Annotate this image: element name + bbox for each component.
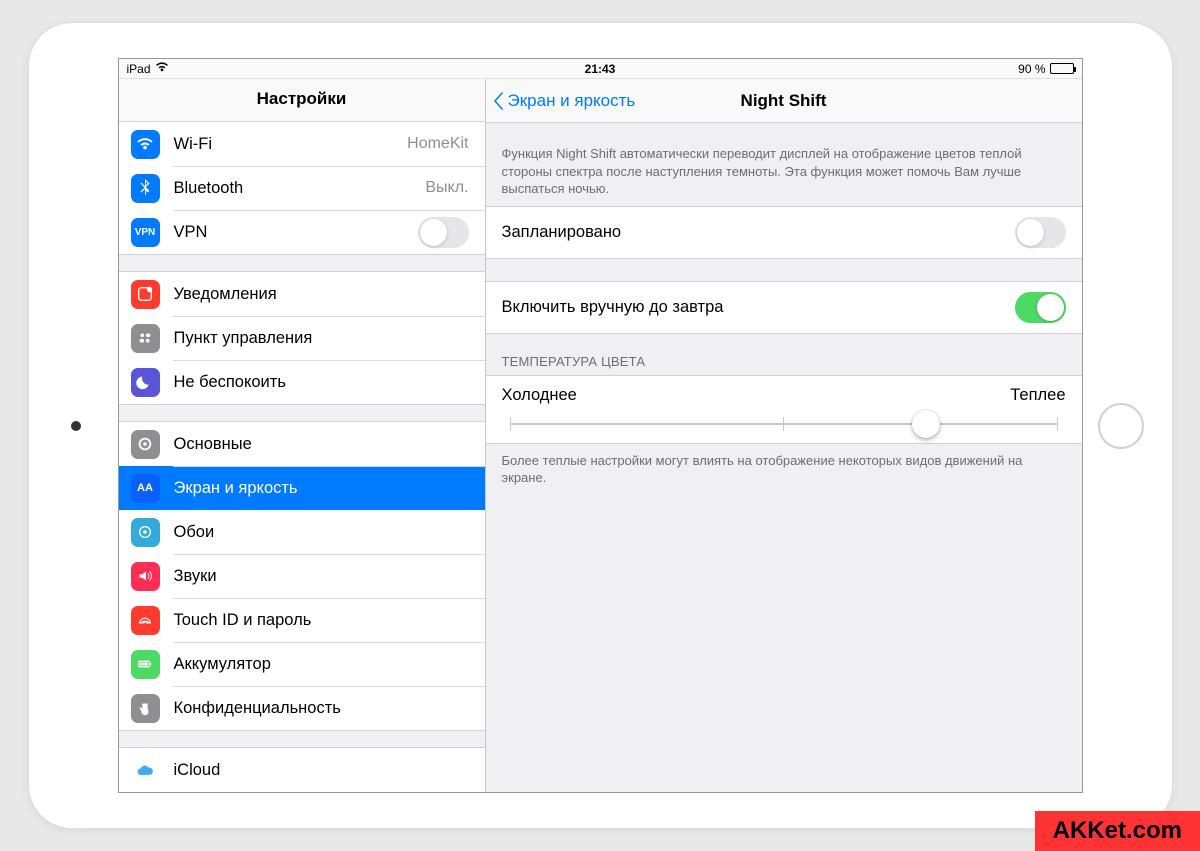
- manual-enable-cell[interactable]: Включить вручную до завтра: [486, 282, 1082, 333]
- row-label: Звуки: [174, 567, 469, 586]
- sidebar-item-wifi[interactable]: Wi-Fi HomeKit: [119, 122, 485, 166]
- status-bar: iPad 21:43 90 %: [119, 59, 1082, 79]
- cloud-icon: [131, 756, 160, 785]
- intro-text: Функция Night Shift автоматически перево…: [486, 123, 1082, 206]
- battery-percentage: 90 %: [1018, 62, 1045, 76]
- scheduled-label: Запланировано: [502, 223, 622, 242]
- row-label: Bluetooth: [174, 179, 426, 198]
- warm-label: Теплее: [1010, 386, 1065, 405]
- sidebar-item-dnd[interactable]: Не беспокоить: [119, 360, 485, 404]
- row-label: Touch ID и пароль: [174, 611, 469, 630]
- sidebar-item-icloud[interactable]: iCloud: [119, 748, 485, 792]
- row-detail: HomeKit: [407, 135, 468, 153]
- row-label: iCloud: [174, 761, 469, 780]
- sidebar-item-battery[interactable]: Аккумулятор: [119, 642, 485, 686]
- detail-header: Экран и яркость Night Shift: [486, 79, 1082, 123]
- row-label: Экран и яркость: [174, 479, 469, 498]
- settings-sidebar: Настройки Wi-Fi HomeKit Bluetooth Выкл. …: [119, 79, 486, 792]
- row-label: Аккумулятор: [174, 655, 469, 674]
- wallpaper-icon: [131, 518, 160, 547]
- bluetooth-icon: [131, 174, 160, 203]
- row-label: Обои: [174, 523, 469, 542]
- clock: 21:43: [585, 62, 616, 76]
- color-temp-header: ТЕМПЕРАТУРА ЦВЕТА: [486, 334, 1082, 375]
- sidebar-item-sounds[interactable]: Звуки: [119, 554, 485, 598]
- scheduled-toggle[interactable]: [1015, 217, 1066, 248]
- wifi-icon: [131, 130, 160, 159]
- screen: iPad 21:43 90 % Настройки Wi-Fi HomeKit: [118, 58, 1083, 793]
- display-icon: AA: [131, 474, 160, 503]
- row-label: Основные: [174, 435, 469, 454]
- home-button[interactable]: [1098, 403, 1144, 449]
- back-button[interactable]: Экран и яркость: [486, 91, 636, 111]
- speaker-icon: [131, 562, 160, 591]
- device-label: iPad: [127, 62, 151, 76]
- battery-icon: [1050, 63, 1074, 74]
- moon-icon: [131, 368, 160, 397]
- sidebar-item-wallpaper[interactable]: Обои: [119, 510, 485, 554]
- sidebar-item-touchid[interactable]: Touch ID и пароль: [119, 598, 485, 642]
- camera: [71, 421, 81, 431]
- color-temp-slider[interactable]: [510, 423, 1058, 425]
- sidebar-item-general[interactable]: Основные: [119, 422, 485, 466]
- row-label: VPN: [174, 223, 418, 242]
- manual-toggle[interactable]: [1015, 292, 1066, 323]
- row-label: Пункт управления: [174, 329, 469, 348]
- vpn-toggle[interactable]: [418, 217, 469, 248]
- sidebar-item-notifications[interactable]: Уведомления: [119, 272, 485, 316]
- row-detail: Выкл.: [425, 179, 468, 197]
- sidebar-item-control-center[interactable]: Пункт управления: [119, 316, 485, 360]
- scheduled-cell[interactable]: Запланировано: [486, 207, 1082, 258]
- sidebar-item-bluetooth[interactable]: Bluetooth Выкл.: [119, 166, 485, 210]
- slider-knob[interactable]: [912, 410, 940, 438]
- ipad-frame: iPad 21:43 90 % Настройки Wi-Fi HomeKit: [28, 22, 1173, 829]
- watermark: AKKet.com: [1035, 811, 1200, 851]
- gear-icon: [131, 430, 160, 459]
- detail-pane: Экран и яркость Night Shift Функция Nigh…: [486, 79, 1082, 792]
- manual-label: Включить вручную до завтра: [502, 298, 724, 317]
- warm-footer-text: Более теплые настройки могут влиять на о…: [486, 444, 1082, 495]
- color-temp-slider-cell: Холоднее Теплее: [486, 376, 1082, 443]
- cold-label: Холоднее: [502, 386, 577, 405]
- battery-settings-icon: [131, 650, 160, 679]
- sidebar-item-vpn[interactable]: VPN VPN: [119, 210, 485, 254]
- sidebar-item-display[interactable]: AA Экран и яркость: [119, 466, 485, 510]
- fingerprint-icon: [131, 606, 160, 635]
- row-label: Не беспокоить: [174, 373, 469, 392]
- sidebar-item-privacy[interactable]: Конфиденциальность: [119, 686, 485, 730]
- row-label: Wi-Fi: [174, 135, 408, 154]
- vpn-icon: VPN: [131, 218, 160, 247]
- row-label: Уведомления: [174, 285, 469, 304]
- notifications-icon: [131, 280, 160, 309]
- row-label: Конфиденциальность: [174, 699, 469, 718]
- control-center-icon: [131, 324, 160, 353]
- hand-icon: [131, 694, 160, 723]
- back-label: Экран и яркость: [508, 91, 636, 111]
- wifi-status-icon: [155, 61, 169, 76]
- detail-title: Night Shift: [741, 91, 827, 111]
- sidebar-title: Настройки: [119, 79, 485, 122]
